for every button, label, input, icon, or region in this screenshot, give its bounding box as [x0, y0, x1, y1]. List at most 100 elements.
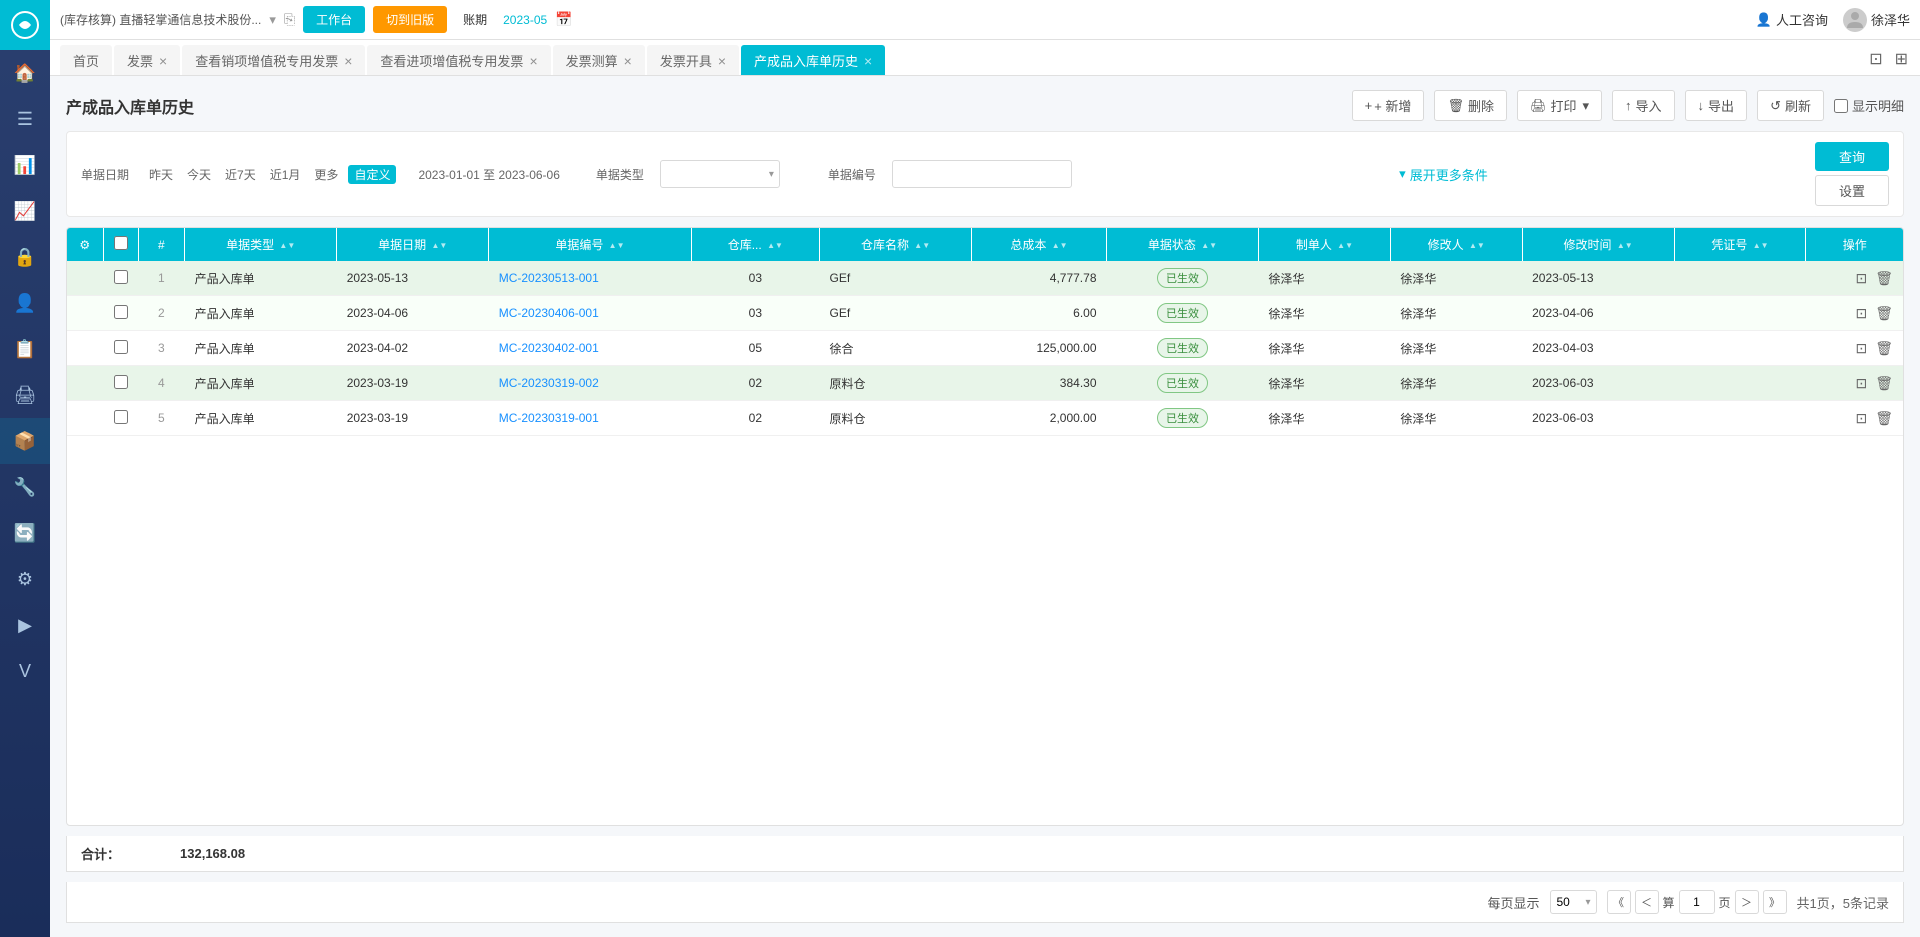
td-voucher-number-3[interactable]: MC-20230319-002 [489, 366, 691, 401]
delete-button[interactable]: 🗑 删除 [1434, 90, 1507, 121]
th-voucher-number[interactable]: 单据编号 ▲▼ [489, 228, 691, 261]
export-button[interactable]: ↓ 导出 [1685, 90, 1748, 121]
switch-button[interactable]: 切到旧版 [373, 6, 447, 33]
th-warehouse-name[interactable]: 仓库名称 ▲▼ [820, 228, 972, 261]
shortcut-today[interactable]: 今天 [183, 165, 215, 184]
th-total-cost[interactable]: 总成本 ▲▼ [972, 228, 1107, 261]
voucher-type-select[interactable]: 产品入库单 [660, 160, 780, 188]
sidebar-item-1[interactable]: ☰ [0, 96, 50, 142]
th-voucher-ref[interactable]: 凭证号 ▲▼ [1674, 228, 1806, 261]
last-page-button[interactable]: 》 [1763, 890, 1787, 914]
sidebar-item-5[interactable]: 👤 [0, 280, 50, 326]
tab-2[interactable]: 查看销项增值税专用发票× [182, 45, 365, 75]
tab-1[interactable]: 发票× [114, 45, 180, 75]
td-check-3[interactable] [103, 366, 138, 401]
maximize-icon[interactable]: ⊞ [1893, 47, 1910, 71]
th-voucher-date[interactable]: 单据日期 ▲▼ [337, 228, 489, 261]
sidebar-item-12[interactable]: ▶ [0, 602, 50, 648]
td-check-1[interactable] [103, 296, 138, 331]
restore-icon[interactable]: ⊡ [1867, 47, 1884, 71]
td-check-4[interactable] [103, 401, 138, 436]
refresh-button[interactable]: ↺ 刷新 [1757, 90, 1824, 121]
th-warehouse-code[interactable]: 仓库... ▲▼ [691, 228, 819, 261]
shortcut-1month[interactable]: 近1月 [266, 165, 305, 184]
edit-icon-4[interactable]: ⊡ [1855, 410, 1867, 427]
select-all-checkbox[interactable] [114, 236, 128, 250]
tab-close-6[interactable]: × [864, 54, 872, 68]
query-button[interactable]: 查询 [1815, 142, 1889, 171]
sidebar-item-7[interactable]: 🖨 [0, 372, 50, 418]
row-checkbox-3[interactable] [114, 375, 128, 389]
row-checkbox-4[interactable] [114, 410, 128, 424]
tab-5[interactable]: 发票开具× [647, 45, 739, 75]
show-detail-label[interactable]: 显示明细 [1834, 96, 1904, 115]
shortcut-yesterday[interactable]: 昨天 [145, 165, 177, 184]
user-section[interactable]: 徐泽华 [1843, 8, 1910, 32]
sidebar-item-4[interactable]: 🔒 [0, 234, 50, 280]
tab-6[interactable]: 产成品入库单历史× [741, 45, 885, 75]
th-modifier[interactable]: 修改人 ▲▼ [1390, 228, 1522, 261]
show-detail-checkbox[interactable] [1834, 99, 1848, 113]
row-checkbox-1[interactable] [114, 305, 128, 319]
td-check-0[interactable] [103, 261, 138, 296]
print-button[interactable]: 🖨 打印 ▾ [1517, 90, 1602, 121]
shortcut-7days[interactable]: 近7天 [221, 165, 260, 184]
sidebar-item-13[interactable]: V [0, 648, 50, 694]
help-section[interactable]: 👤 人工咨询 [1756, 10, 1828, 29]
voucher-number-input[interactable] [892, 160, 1072, 188]
topbar-copy-icon[interactable]: ⎘ [284, 11, 295, 28]
first-page-button[interactable]: 《 [1607, 890, 1631, 914]
set-button[interactable]: 设置 [1815, 175, 1889, 206]
new-button[interactable]: + + 新增 [1352, 90, 1425, 121]
delete-icon-4[interactable]: 🗑 [1875, 410, 1893, 427]
edit-icon-3[interactable]: ⊡ [1855, 375, 1867, 392]
th-voucher-status[interactable]: 单据状态 ▲▼ [1107, 228, 1259, 261]
delete-icon-0[interactable]: 🗑 [1875, 270, 1893, 287]
import-button[interactable]: ↑ 导入 [1612, 90, 1675, 121]
td-voucher-number-0[interactable]: MC-20230513-001 [489, 261, 691, 296]
prev-page-button[interactable]: ＜ [1635, 890, 1659, 914]
td-voucher-number-4[interactable]: MC-20230319-001 [489, 401, 691, 436]
edit-icon-0[interactable]: ⊡ [1855, 270, 1867, 287]
delete-icon-2[interactable]: 🗑 [1875, 340, 1893, 357]
edit-icon-2[interactable]: ⊡ [1855, 340, 1867, 357]
sidebar-item-10[interactable]: 🔄 [0, 510, 50, 556]
tab-close-5[interactable]: × [718, 54, 726, 68]
tab-close-1[interactable]: × [159, 54, 167, 68]
sidebar-item-9[interactable]: 🔧 [0, 464, 50, 510]
edit-icon-1[interactable]: ⊡ [1855, 305, 1867, 322]
sidebar-item-8[interactable]: 📦 [0, 418, 50, 464]
tab-4[interactable]: 发票测算× [553, 45, 645, 75]
sidebar-item-0[interactable]: 🏠 [0, 50, 50, 96]
tab-3[interactable]: 查看进项增值税专用发票× [367, 45, 550, 75]
workbench-button[interactable]: 工作台 [303, 6, 365, 33]
sidebar-item-3[interactable]: 📈 [0, 188, 50, 234]
shortcut-custom[interactable]: 自定义 [348, 165, 396, 184]
table-header-row: ⚙ # 单据类型 ▲▼ 单据日期 ▲▼ 单据编号 ▲▼ 仓库... ▲▼ 仓库名… [67, 228, 1903, 261]
row-checkbox-0[interactable] [114, 270, 128, 284]
th-settings[interactable]: ⚙ [67, 228, 103, 261]
td-check-2[interactable] [103, 331, 138, 366]
sidebar-item-2[interactable]: 📊 [0, 142, 50, 188]
td-voucher-number-2[interactable]: MC-20230402-001 [489, 331, 691, 366]
td-voucher-number-1[interactable]: MC-20230406-001 [489, 296, 691, 331]
th-creator[interactable]: 制单人 ▲▼ [1259, 228, 1391, 261]
page-number-input[interactable] [1679, 890, 1715, 914]
calendar-icon[interactable]: 📅 [555, 11, 572, 28]
tab-close-4[interactable]: × [624, 54, 632, 68]
expand-button[interactable]: ▾ 展开更多条件 [1399, 165, 1488, 184]
tab-0[interactable]: 首页 [60, 45, 112, 75]
delete-icon-3[interactable]: 🗑 [1875, 375, 1893, 392]
th-voucher-type[interactable]: 单据类型 ▲▼ [185, 228, 337, 261]
sidebar-item-6[interactable]: 📋 [0, 326, 50, 372]
shortcut-more[interactable]: 更多 [310, 165, 342, 184]
sidebar-item-11[interactable]: ⚙ [0, 556, 50, 602]
per-page-select[interactable]: 20 50 100 [1550, 890, 1597, 914]
tab-close-2[interactable]: × [344, 54, 352, 68]
row-checkbox-2[interactable] [114, 340, 128, 354]
tab-close-3[interactable]: × [529, 54, 537, 68]
topbar-dropdown-icon[interactable]: ▾ [269, 12, 276, 28]
delete-icon-1[interactable]: 🗑 [1875, 305, 1893, 322]
th-modify-time[interactable]: 修改时间 ▲▼ [1522, 228, 1674, 261]
next-page-button[interactable]: ＞ [1735, 890, 1759, 914]
